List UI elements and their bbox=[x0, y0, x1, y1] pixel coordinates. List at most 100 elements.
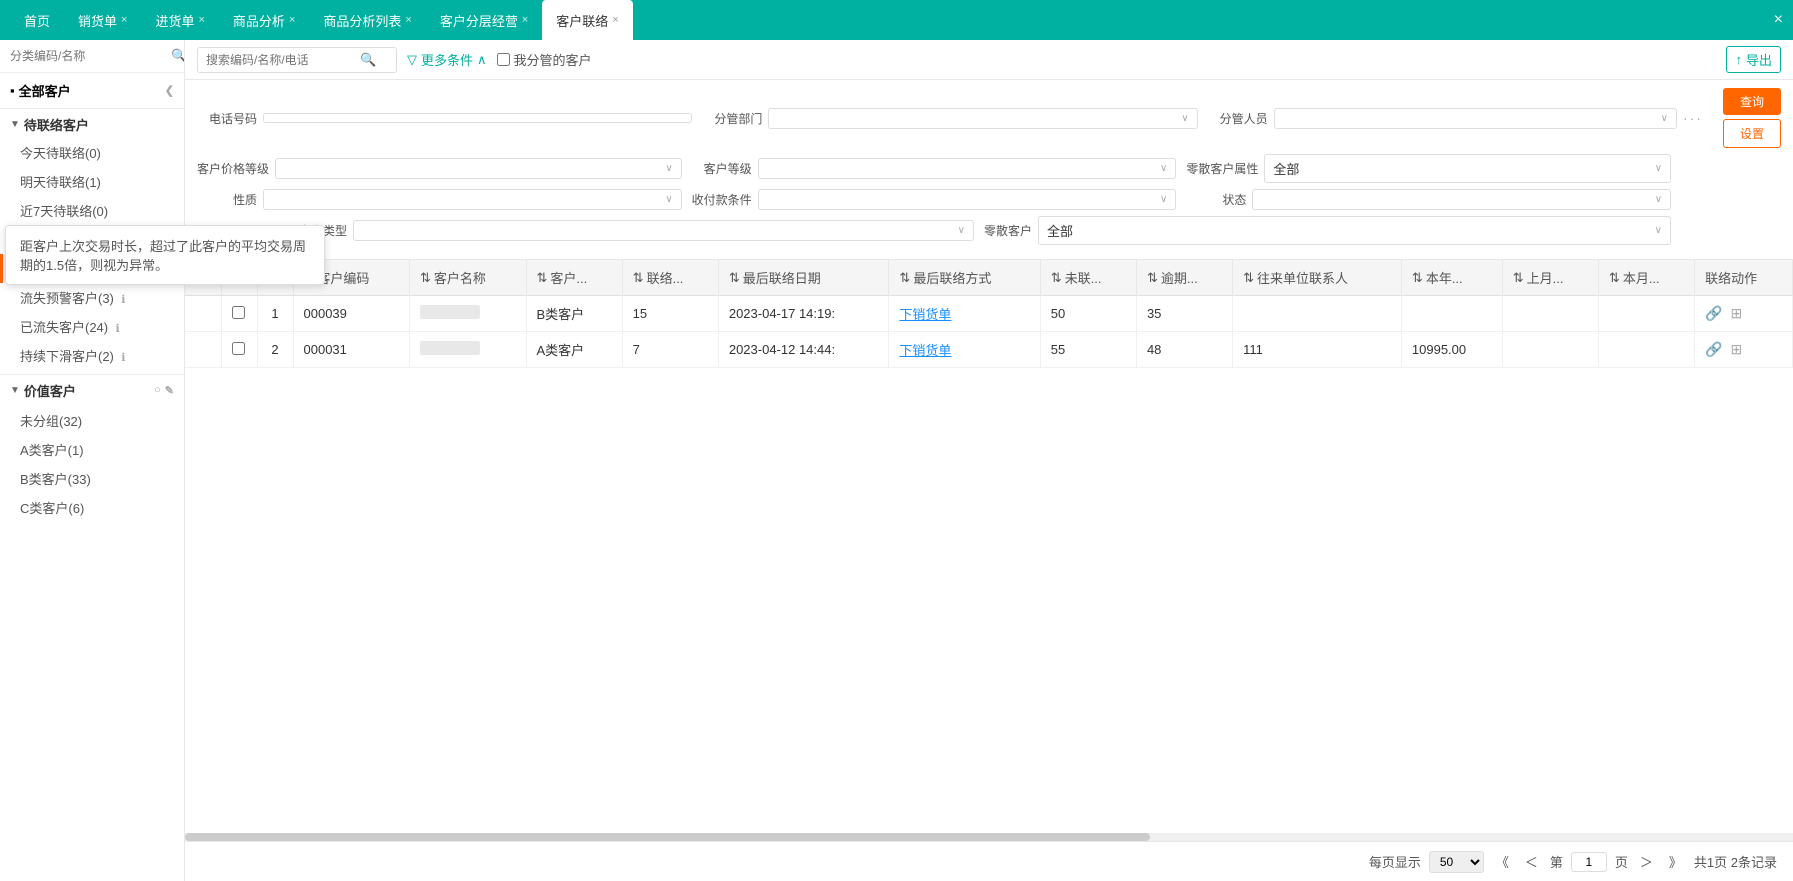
scatter-attr-arrow-icon: ∨ bbox=[1655, 163, 1662, 174]
nav-customer-tier-close[interactable]: × bbox=[522, 14, 528, 26]
person-dropdown[interactable]: ∨ bbox=[1274, 108, 1677, 129]
export-icon: ↑ bbox=[1735, 52, 1742, 67]
col-this-year[interactable]: ⇅ 本年... bbox=[1401, 260, 1502, 296]
dept-arrow-icon: ∨ bbox=[1181, 113, 1188, 124]
scrollbar-thumb[interactable] bbox=[185, 833, 1150, 841]
sidebar-item-today[interactable]: 今天待联络(0) bbox=[0, 138, 184, 167]
phone-input[interactable] bbox=[263, 113, 692, 123]
sidebar-item-class-a[interactable]: A类客户(1) bbox=[0, 435, 184, 464]
filter-cell-customer-level: 客户等级 ∨ bbox=[692, 158, 1177, 179]
per-page-select[interactable]: 50 100 200 bbox=[1429, 851, 1484, 873]
sidebar: 🔍 ▪ 全部客户 ❮ ▼ 待联络客户 今天待联络(0) 明天待联络(1) 近7天… bbox=[0, 40, 185, 881]
status-dropdown[interactable]: ∨ bbox=[1252, 189, 1671, 210]
nav-product-analysis-list[interactable]: 商品分析列表 × bbox=[309, 0, 425, 40]
first-page-button[interactable]: 《 bbox=[1492, 850, 1513, 873]
export-button[interactable]: ↑ 导出 bbox=[1726, 46, 1781, 73]
sidebar-search-icon[interactable]: 🔍 bbox=[171, 48, 185, 64]
nature-dropdown[interactable]: ∨ bbox=[263, 189, 682, 210]
page-number-input[interactable] bbox=[1571, 852, 1607, 872]
col-contact-count[interactable]: ⇅ 联络... bbox=[622, 260, 718, 296]
row2-link-icon[interactable]: 🔗 bbox=[1705, 341, 1722, 358]
sidebar-item-ungrouped[interactable]: 未分组(32) bbox=[0, 406, 184, 435]
row2-grid-icon[interactable]: ⊞ bbox=[1731, 341, 1743, 358]
last-page-button[interactable]: 》 bbox=[1665, 850, 1686, 873]
sidebar-item-declining[interactable]: 持续下滑客户(2) ℹ bbox=[0, 341, 184, 370]
filter-row-4: ··· 客户类型 ∨ 零散客户 全部∨ bbox=[197, 216, 1781, 245]
col-customer-name[interactable]: ⇅ 客户名称 bbox=[410, 260, 527, 296]
nav-product-list-close[interactable]: × bbox=[405, 14, 411, 26]
next-page-button[interactable]: ＞ bbox=[1636, 850, 1657, 873]
filter-bar: 🔍 ▽ 更多条件 ∧ 我分管的客户 ↑ 导出 bbox=[185, 40, 1793, 80]
prev-page-button[interactable]: ＜ bbox=[1521, 850, 1542, 873]
filter-search-icon[interactable]: 🔍 bbox=[360, 52, 376, 68]
sidebar-item-churned[interactable]: 已流失客户(24) ℹ bbox=[0, 312, 184, 341]
col-last-month[interactable]: ⇅ 上月... bbox=[1502, 260, 1598, 296]
expand-triangle-icon: ▼ bbox=[10, 119, 20, 130]
col-last-contact-method[interactable]: ⇅ 最后联络方式 bbox=[889, 260, 1040, 296]
nav-purchase-label: 进货单 bbox=[155, 11, 194, 30]
tooltip-text: 距客户上次交易时长，超过了此客户的平均交易周期的1.5倍，则视为异常。 bbox=[185, 239, 306, 273]
customer-level-dropdown[interactable]: ∨ bbox=[758, 158, 1177, 179]
nav-customer-contact-close[interactable]: × bbox=[612, 14, 618, 26]
row1-uncontacted: 50 bbox=[1040, 296, 1136, 332]
nav-sales-order[interactable]: 销货单 × bbox=[64, 0, 141, 40]
sidebar-collapse-icon[interactable]: ❮ bbox=[165, 84, 174, 97]
payment-dropdown[interactable]: ∨ bbox=[758, 189, 1177, 210]
customer-type-dropdown[interactable]: ∨ bbox=[353, 220, 974, 241]
col-last-contact-date[interactable]: ⇅ 最后联络日期 bbox=[718, 260, 889, 296]
nav-sales-close[interactable]: × bbox=[121, 14, 127, 26]
filter-search-box[interactable]: 🔍 bbox=[197, 47, 397, 73]
sidebar-item-churn-warning[interactable]: 流失预警客户(3) ℹ bbox=[0, 283, 184, 312]
nav-product-analysis[interactable]: 商品分析 × bbox=[219, 0, 309, 40]
my-customer-check[interactable] bbox=[497, 53, 510, 66]
sidebar-edit-icon[interactable]: ○ bbox=[154, 384, 161, 397]
more-dots-icon[interactable]: ··· bbox=[1683, 110, 1703, 126]
my-customer-checkbox[interactable]: 我分管的客户 bbox=[497, 50, 592, 69]
set-button[interactable]: 设置 bbox=[1723, 119, 1781, 148]
nav-purchase-close[interactable]: × bbox=[198, 14, 204, 26]
sidebar-group-pending-contact[interactable]: ▼ 待联络客户 bbox=[0, 109, 184, 138]
query-button[interactable]: 查询 bbox=[1723, 88, 1781, 115]
per-page-label: 每页显示 bbox=[1369, 852, 1421, 871]
person-arrow-icon: ∨ bbox=[1661, 113, 1668, 124]
sidebar-item-class-c[interactable]: C类客户(6) bbox=[0, 493, 184, 522]
nav-customer-contact-label: 客户联络 bbox=[556, 11, 608, 30]
scatter-dropdown[interactable]: 全部∨ bbox=[1038, 216, 1671, 245]
row1-link-icon[interactable]: 🔗 bbox=[1705, 305, 1722, 322]
sidebar-item-7days[interactable]: 近7天待联络(0) bbox=[0, 196, 184, 225]
nav-home-label: 首页 bbox=[24, 11, 50, 30]
horizontal-scrollbar[interactable] bbox=[185, 833, 1793, 841]
filter-cell-scatter-attr: 零散客户属性 全部∨ bbox=[1186, 154, 1671, 183]
col-this-month[interactable]: ⇅ 本月... bbox=[1598, 260, 1694, 296]
nav-product-close[interactable]: × bbox=[289, 14, 295, 26]
filter-cell-status: 状态 ∨ bbox=[1186, 189, 1671, 210]
nav-customer-contact[interactable]: 客户联络 × bbox=[542, 0, 632, 40]
scatter-attr-dropdown[interactable]: 全部∨ bbox=[1264, 154, 1671, 183]
filter-search-input[interactable] bbox=[206, 53, 356, 67]
customer-level-label: 客户等级 bbox=[692, 160, 752, 177]
row1-grid-icon[interactable]: ⊞ bbox=[1731, 305, 1743, 322]
more-filter-label: 更多条件 bbox=[421, 50, 473, 69]
more-filter-button[interactable]: ▽ 更多条件 ∧ bbox=[407, 50, 487, 69]
price-level-dropdown[interactable]: ∨ bbox=[275, 158, 682, 179]
col-customer-type[interactable]: ⇅ 客户... bbox=[526, 260, 622, 296]
dept-dropdown[interactable]: ∨ bbox=[768, 108, 1197, 129]
sidebar-item-class-b[interactable]: B类客户(33) bbox=[0, 464, 184, 493]
row2-select[interactable] bbox=[232, 342, 245, 355]
sidebar-group-value[interactable]: ▼ 价值客户 ○ ✎ bbox=[0, 374, 184, 406]
close-all-button[interactable]: × bbox=[1774, 11, 1783, 29]
sidebar-item-tomorrow[interactable]: 明天待联络(1) bbox=[0, 167, 184, 196]
nav-home[interactable]: 首页 bbox=[10, 0, 64, 40]
col-uncontacted[interactable]: ⇅ 未联... bbox=[1040, 260, 1136, 296]
nav-purchase-order[interactable]: 进货单 × bbox=[141, 0, 218, 40]
sidebar-search-input[interactable] bbox=[10, 49, 165, 63]
row1-name bbox=[410, 296, 527, 332]
nav-customer-tier[interactable]: 客户分层经营 × bbox=[426, 0, 542, 40]
sidebar-settings-icon[interactable]: ✎ bbox=[165, 384, 174, 397]
payment-label: 收付款条件 bbox=[692, 191, 752, 208]
col-contacts-person[interactable]: ⇅ 往来单位联系人 bbox=[1233, 260, 1402, 296]
row2-contacts: 111 bbox=[1233, 332, 1402, 368]
col-overdue[interactable]: ⇅ 逾期... bbox=[1136, 260, 1232, 296]
row1-select[interactable] bbox=[232, 306, 245, 319]
content-area: 🔍 ▽ 更多条件 ∧ 我分管的客户 ↑ 导出 电话号码 bbox=[185, 40, 1793, 881]
